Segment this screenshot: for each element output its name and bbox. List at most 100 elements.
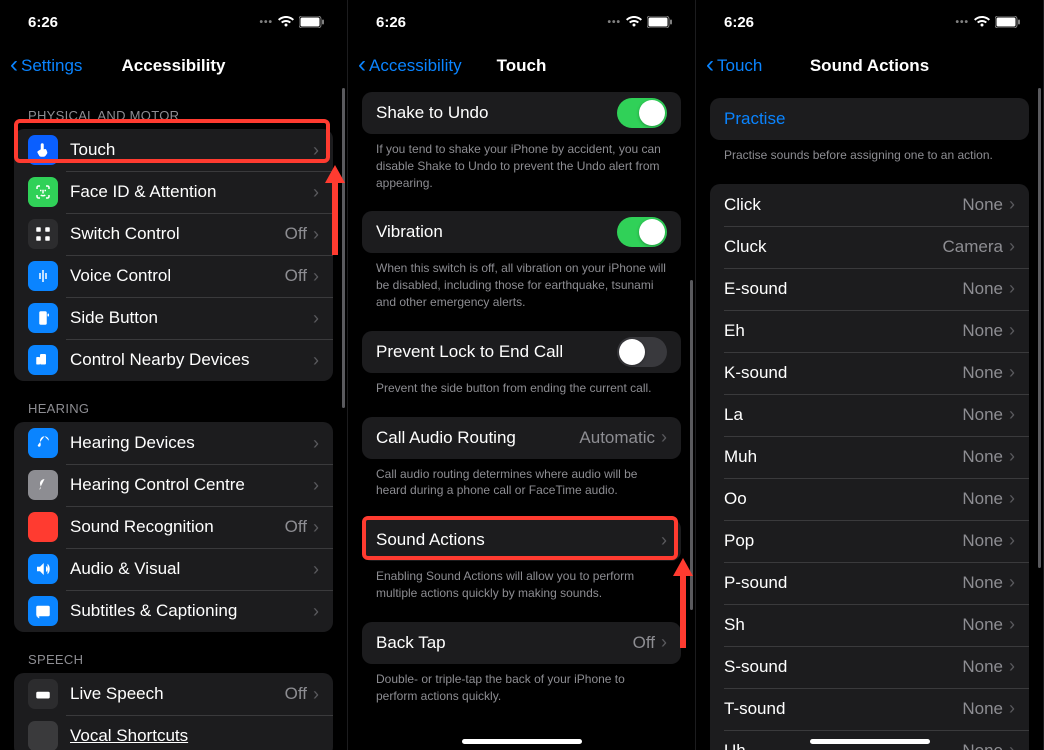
status-right: •••: [955, 16, 1021, 28]
chevron-right-icon: ›: [1009, 656, 1015, 677]
row-sound-s-sound[interactable]: S-soundNone ›: [710, 646, 1029, 688]
prevent-lock-footer: Prevent the side button from ending the …: [348, 373, 695, 397]
scrollbar[interactable]: [342, 88, 345, 408]
status-bar: 6:26 •••: [348, 0, 695, 44]
row-vibration[interactable]: Vibration: [362, 211, 681, 253]
scrollbar[interactable]: [690, 280, 693, 610]
row-voice-control[interactable]: Voice Control Off ›: [14, 255, 333, 297]
row-sound-click[interactable]: ClickNone›: [710, 184, 1029, 226]
sound-label: P-sound: [724, 573, 962, 593]
row-sound-muh[interactable]: MuhNone›: [710, 436, 1029, 478]
row-sound-oo[interactable]: OoNone›: [710, 478, 1029, 520]
row-sound-cluck[interactable]: CluckCamera›: [710, 226, 1029, 268]
section-header-speech: SPEECH: [0, 632, 347, 673]
row-side-button[interactable]: Side Button ›: [14, 297, 333, 339]
home-indicator[interactable]: [810, 739, 930, 744]
row-nearby-devices[interactable]: Control Nearby Devices ›: [14, 339, 333, 381]
faceid-label: Face ID & Attention: [70, 182, 313, 202]
row-touch[interactable]: Touch ›: [14, 129, 333, 171]
toggle-vibration[interactable]: [617, 217, 667, 247]
row-sound-e-sound[interactable]: E-soundNone›: [710, 268, 1029, 310]
shake-footer: If you tend to shake your iPhone by acci…: [348, 134, 695, 191]
chevron-right-icon: ›: [313, 308, 319, 329]
scroll-area[interactable]: Practise Practise sounds before assignin…: [696, 88, 1043, 750]
row-sound-recognition[interactable]: Sound Recognition Off ›: [14, 506, 333, 548]
row-sound-eh[interactable]: EhNone›: [710, 310, 1029, 352]
battery-icon: [299, 16, 325, 28]
back-button[interactable]: ‹ Touch: [706, 55, 762, 77]
row-sound-k-sound[interactable]: K-soundNone›: [710, 352, 1029, 394]
row-live-speech[interactable]: Live Speech Off ›: [14, 673, 333, 715]
row-audio-visual[interactable]: Audio & Visual ›: [14, 548, 333, 590]
sound-value: None: [962, 447, 1003, 467]
back-button[interactable]: ‹ Accessibility: [358, 55, 462, 77]
row-switch-control[interactable]: Switch Control Off ›: [14, 213, 333, 255]
audio-visual-icon: [28, 554, 58, 584]
row-prevent-lock[interactable]: Prevent Lock to End Call: [362, 331, 681, 373]
sound-value: None: [962, 195, 1003, 215]
prevent-lock-label: Prevent Lock to End Call: [376, 342, 617, 362]
chevron-left-icon: ‹: [10, 53, 18, 77]
group-vibration: Vibration: [362, 211, 681, 253]
row-hearing-devices[interactable]: Hearing Devices ›: [14, 422, 333, 464]
sound-recognition-value: Off: [285, 517, 307, 537]
status-right: •••: [607, 16, 673, 28]
touch-label: Touch: [70, 140, 313, 160]
chevron-right-icon: ›: [661, 632, 667, 653]
scroll-area[interactable]: PHYSICAL AND MOTOR Touch › Face ID & Att…: [0, 88, 347, 750]
scrollbar[interactable]: [1038, 88, 1041, 568]
chevron-left-icon: ‹: [706, 53, 714, 77]
row-vocal-shortcuts[interactable]: Vocal Shortcuts: [14, 715, 333, 750]
sound-value: None: [962, 741, 1003, 750]
sound-label: S-sound: [724, 657, 962, 677]
sound-actions-label: Sound Actions: [376, 530, 661, 550]
home-indicator[interactable]: [462, 739, 582, 744]
row-hearing-centre[interactable]: Hearing Control Centre ›: [14, 464, 333, 506]
row-sound-t-sound[interactable]: T-soundNone›: [710, 688, 1029, 730]
voice-control-icon: [28, 261, 58, 291]
scroll-area[interactable]: Shake to Undo If you tend to shake your …: [348, 88, 695, 750]
sound-label: Muh: [724, 447, 962, 467]
sound-label: Eh: [724, 321, 962, 341]
row-practise[interactable]: Practise: [710, 98, 1029, 140]
row-sound-actions[interactable]: Sound Actions ›: [362, 519, 681, 561]
row-sound-sh[interactable]: ShNone›: [710, 604, 1029, 646]
group-prevent-lock: Prevent Lock to End Call: [362, 331, 681, 373]
switch-control-icon: [28, 219, 58, 249]
row-subtitles[interactable]: Subtitles & Captioning ›: [14, 590, 333, 632]
sound-label: Sh: [724, 615, 962, 635]
chevron-right-icon: ›: [313, 224, 319, 245]
chevron-right-icon: ›: [313, 140, 319, 161]
chevron-right-icon: ›: [1009, 614, 1015, 635]
voice-control-label: Voice Control: [70, 266, 285, 286]
toggle-prevent-lock[interactable]: [617, 337, 667, 367]
hearing-centre-label: Hearing Control Centre: [70, 475, 313, 495]
row-shake[interactable]: Shake to Undo: [362, 92, 681, 134]
back-button[interactable]: ‹ Settings: [10, 55, 82, 77]
sound-value: Camera: [943, 237, 1003, 257]
row-back-tap[interactable]: Back Tap Off ›: [362, 622, 681, 664]
row-faceid[interactable]: Face ID & Attention ›: [14, 171, 333, 213]
group-hearing: Hearing Devices › Hearing Control Centre…: [14, 422, 333, 632]
toggle-shake[interactable]: [617, 98, 667, 128]
vibration-footer: When this switch is off, all vibration o…: [348, 253, 695, 310]
chevron-right-icon: ›: [313, 601, 319, 622]
sound-value: None: [962, 657, 1003, 677]
chevron-right-icon: ›: [1009, 320, 1015, 341]
row-call-routing[interactable]: Call Audio Routing Automatic ›: [362, 417, 681, 459]
chevron-right-icon: ›: [1009, 698, 1015, 719]
cellular-icon: •••: [955, 17, 969, 28]
chevron-right-icon: ›: [1009, 362, 1015, 383]
chevron-left-icon: ‹: [358, 53, 366, 77]
panel-touch: 6:26 ••• ‹ Accessibility Touch Shake to …: [348, 0, 696, 750]
back-tap-footer: Double- or triple-tap the back of your i…: [348, 664, 695, 705]
sound-recognition-icon: [28, 512, 58, 542]
faceid-icon: [28, 177, 58, 207]
sound-label: Click: [724, 195, 962, 215]
row-sound-p-sound[interactable]: P-soundNone›: [710, 562, 1029, 604]
vibration-label: Vibration: [376, 222, 617, 242]
live-speech-value: Off: [285, 684, 307, 704]
row-sound-la[interactable]: LaNone›: [710, 394, 1029, 436]
row-sound-pop[interactable]: PopNone›: [710, 520, 1029, 562]
status-bar: 6:26 •••: [696, 0, 1043, 44]
